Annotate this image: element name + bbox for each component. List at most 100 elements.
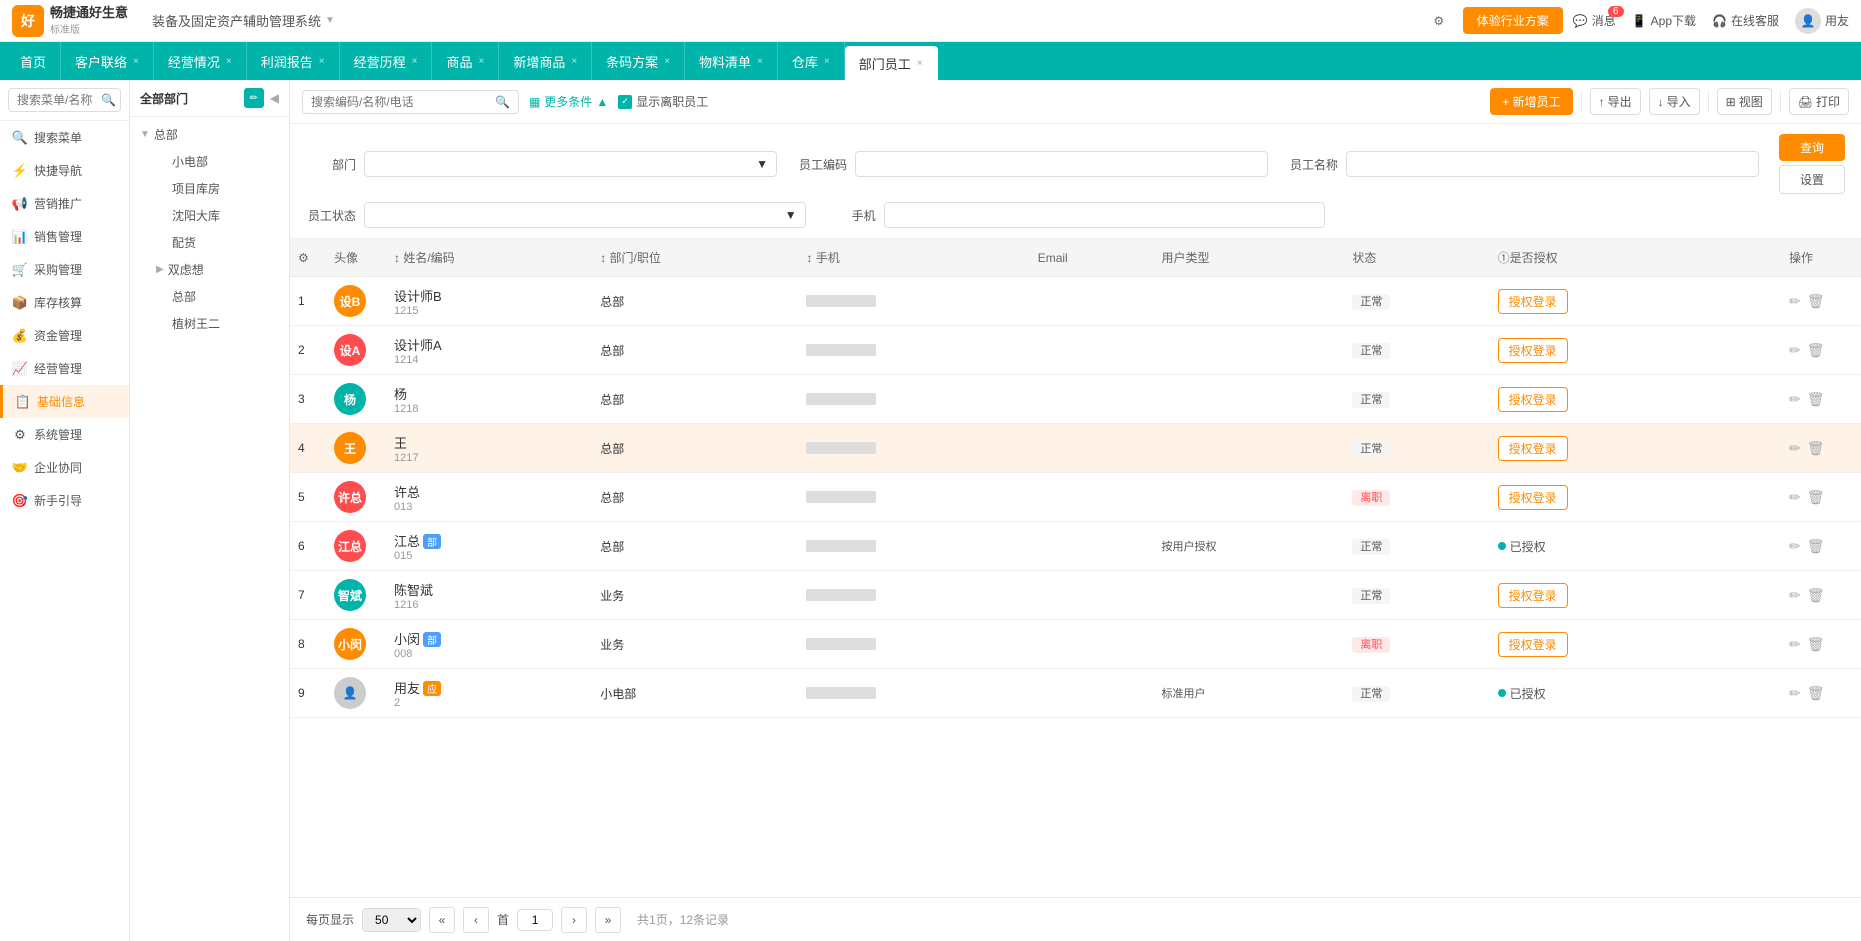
- delete-button[interactable]: 🗑: [1807, 440, 1825, 457]
- dept-node-小电部[interactable]: 小电部: [130, 148, 289, 175]
- import-button[interactable]: ↓ 导入: [1649, 88, 1700, 115]
- edit-button[interactable]: ✏: [1789, 391, 1801, 408]
- delete-button[interactable]: 🗑: [1807, 342, 1825, 359]
- sidebar-item-采购管理[interactable]: 🛒采购管理: [0, 253, 129, 286]
- dept-node-沈阳大库[interactable]: 沈阳大库: [130, 202, 289, 229]
- dept-node-总部[interactable]: 总部: [130, 283, 289, 310]
- close-tab-icon[interactable]: ×: [571, 56, 577, 67]
- dept-edit-button[interactable]: ✏: [244, 88, 264, 108]
- edit-button[interactable]: ✏: [1789, 440, 1801, 457]
- nav-tab-经营历程[interactable]: 经营历程×: [340, 42, 433, 80]
- nav-tab-条码方案[interactable]: 条码方案×: [592, 42, 685, 80]
- query-button[interactable]: 查询: [1779, 134, 1845, 161]
- dept-node-配货[interactable]: 配货: [130, 229, 289, 256]
- delete-button[interactable]: 🗑: [1807, 489, 1825, 506]
- close-tab-icon[interactable]: ×: [226, 56, 232, 67]
- nav-tab-经营情况[interactable]: 经营情况×: [154, 42, 247, 80]
- nav-tab-利润报告[interactable]: 利润报告×: [247, 42, 340, 80]
- dept-node-双虑想[interactable]: ▶双虑想: [130, 256, 289, 283]
- add-employee-button[interactable]: + 新增员工: [1490, 88, 1572, 115]
- delete-button[interactable]: 🗑: [1807, 685, 1825, 702]
- close-tab-icon[interactable]: ×: [319, 56, 325, 67]
- nav-tab-部门员工[interactable]: 部门员工×: [845, 46, 938, 80]
- sidebar-item-搜索菜单[interactable]: 🔍搜索菜单: [0, 121, 129, 154]
- emp-code-input[interactable]: [855, 151, 1268, 177]
- page-size-select[interactable]: 50 100: [362, 908, 421, 932]
- search-input[interactable]: [311, 95, 491, 109]
- authorize-button[interactable]: 授权登录: [1498, 583, 1568, 608]
- export-button[interactable]: ↑ 导出: [1590, 88, 1641, 115]
- emp-status-select[interactable]: ▼: [364, 202, 806, 228]
- sidebar-icon: 🛒: [12, 262, 28, 278]
- edit-button[interactable]: ✏: [1789, 636, 1801, 653]
- dept-node-植树王二[interactable]: 植树王二: [130, 310, 289, 337]
- last-page-button[interactable]: »: [595, 907, 621, 933]
- view-button[interactable]: ⊞ 视图: [1717, 88, 1772, 115]
- app-download-button[interactable]: 📱 App下载: [1632, 12, 1696, 29]
- user-area[interactable]: 👤 用友: [1795, 8, 1849, 34]
- filter-form: 部门 ▼ 员工编码 员工名称 查询: [290, 124, 1861, 239]
- nav-tab-仓库[interactable]: 仓库×: [778, 42, 845, 80]
- sidebar-item-库存核算[interactable]: 📦库存核算: [0, 286, 129, 319]
- logo-text: 畅捷通好生意: [50, 5, 128, 21]
- page-number-input[interactable]: [517, 909, 553, 931]
- authorize-button[interactable]: 授权登录: [1498, 289, 1568, 314]
- emp-name-input[interactable]: [1346, 151, 1759, 177]
- dept-collapse-button[interactable]: ◀: [270, 91, 279, 105]
- edit-button[interactable]: ✏: [1789, 587, 1801, 604]
- prev-page-button[interactable]: ‹: [463, 907, 489, 933]
- nav-tab-商品[interactable]: 商品×: [432, 42, 499, 80]
- sidebar-item-资金管理[interactable]: 💰资金管理: [0, 319, 129, 352]
- authorize-button[interactable]: 授权登录: [1498, 338, 1568, 363]
- edit-button[interactable]: ✏: [1789, 293, 1801, 310]
- nav-tab-物料清单[interactable]: 物料清单×: [685, 42, 778, 80]
- service-button[interactable]: 🎧 在线客服: [1712, 12, 1779, 29]
- close-tab-icon[interactable]: ×: [133, 56, 139, 67]
- close-tab-icon[interactable]: ×: [478, 56, 484, 67]
- dropdown-arrow-icon[interactable]: ▼: [325, 15, 335, 26]
- delete-button[interactable]: 🗑: [1807, 636, 1825, 653]
- sidebar-item-经营管理[interactable]: 📈经营管理: [0, 352, 129, 385]
- authorize-button[interactable]: 授权登录: [1498, 436, 1568, 461]
- message-button[interactable]: 💬 消息 6: [1573, 12, 1616, 29]
- dept-select[interactable]: ▼: [364, 151, 777, 177]
- edit-button[interactable]: ✏: [1789, 342, 1801, 359]
- delete-button[interactable]: 🗑: [1807, 587, 1825, 604]
- sidebar-item-新手引导[interactable]: 🎯新手引导: [0, 484, 129, 517]
- edit-button[interactable]: ✏: [1789, 489, 1801, 506]
- delete-button[interactable]: 🗑: [1807, 293, 1825, 310]
- nav-tab-客户联络[interactable]: 客户联络×: [61, 42, 154, 80]
- delete-button[interactable]: 🗑: [1807, 538, 1825, 555]
- more-conditions-button[interactable]: ▦ 更多条件 ▲: [529, 93, 608, 110]
- authorize-button[interactable]: 授权登录: [1498, 632, 1568, 657]
- sidebar-item-企业协同[interactable]: 🤝企业协同: [0, 451, 129, 484]
- edit-button[interactable]: ✏: [1789, 538, 1801, 555]
- show-resigned-toggle[interactable]: ✓ 显示离职员工: [618, 93, 708, 110]
- close-tab-icon[interactable]: ×: [757, 56, 763, 67]
- close-tab-icon[interactable]: ×: [412, 56, 418, 67]
- table-row: 2 设A 设计师A 1214 总部 正常 授权登录 ✏ 🗑: [290, 326, 1861, 375]
- authorize-button[interactable]: 授权登录: [1498, 485, 1568, 510]
- phone-input[interactable]: [884, 202, 1326, 228]
- next-page-button[interactable]: ›: [561, 907, 587, 933]
- authorize-button[interactable]: 授权登录: [1498, 387, 1568, 412]
- first-page-button[interactable]: «: [429, 907, 455, 933]
- close-tab-icon[interactable]: ×: [824, 56, 830, 67]
- close-tab-icon[interactable]: ×: [917, 58, 923, 69]
- nav-tab-新增商品[interactable]: 新增商品×: [499, 42, 592, 80]
- close-tab-icon[interactable]: ×: [664, 56, 670, 67]
- dept-node-总部[interactable]: ▼总部: [130, 121, 289, 148]
- print-button[interactable]: 🖨 打印: [1789, 88, 1849, 115]
- dept-node-项目库房[interactable]: 项目库房: [130, 175, 289, 202]
- edit-button[interactable]: ✏: [1789, 685, 1801, 702]
- trial-button[interactable]: 体验行业方案: [1463, 7, 1563, 34]
- delete-button[interactable]: 🗑: [1807, 391, 1825, 408]
- nav-tab-首页[interactable]: 首页: [4, 42, 61, 80]
- sidebar-item-销售管理[interactable]: 📊销售管理: [0, 220, 129, 253]
- sidebar-item-基础信息[interactable]: 📋基础信息: [0, 385, 129, 418]
- sidebar-item-快捷导航[interactable]: ⚡快捷导航: [0, 154, 129, 187]
- settings-button[interactable]: ⚙: [1425, 7, 1453, 35]
- sidebar-item-系统管理[interactable]: ⚙系统管理: [0, 418, 129, 451]
- sidebar-item-营销推广[interactable]: 📢营销推广: [0, 187, 129, 220]
- reset-button[interactable]: 设置: [1779, 165, 1845, 194]
